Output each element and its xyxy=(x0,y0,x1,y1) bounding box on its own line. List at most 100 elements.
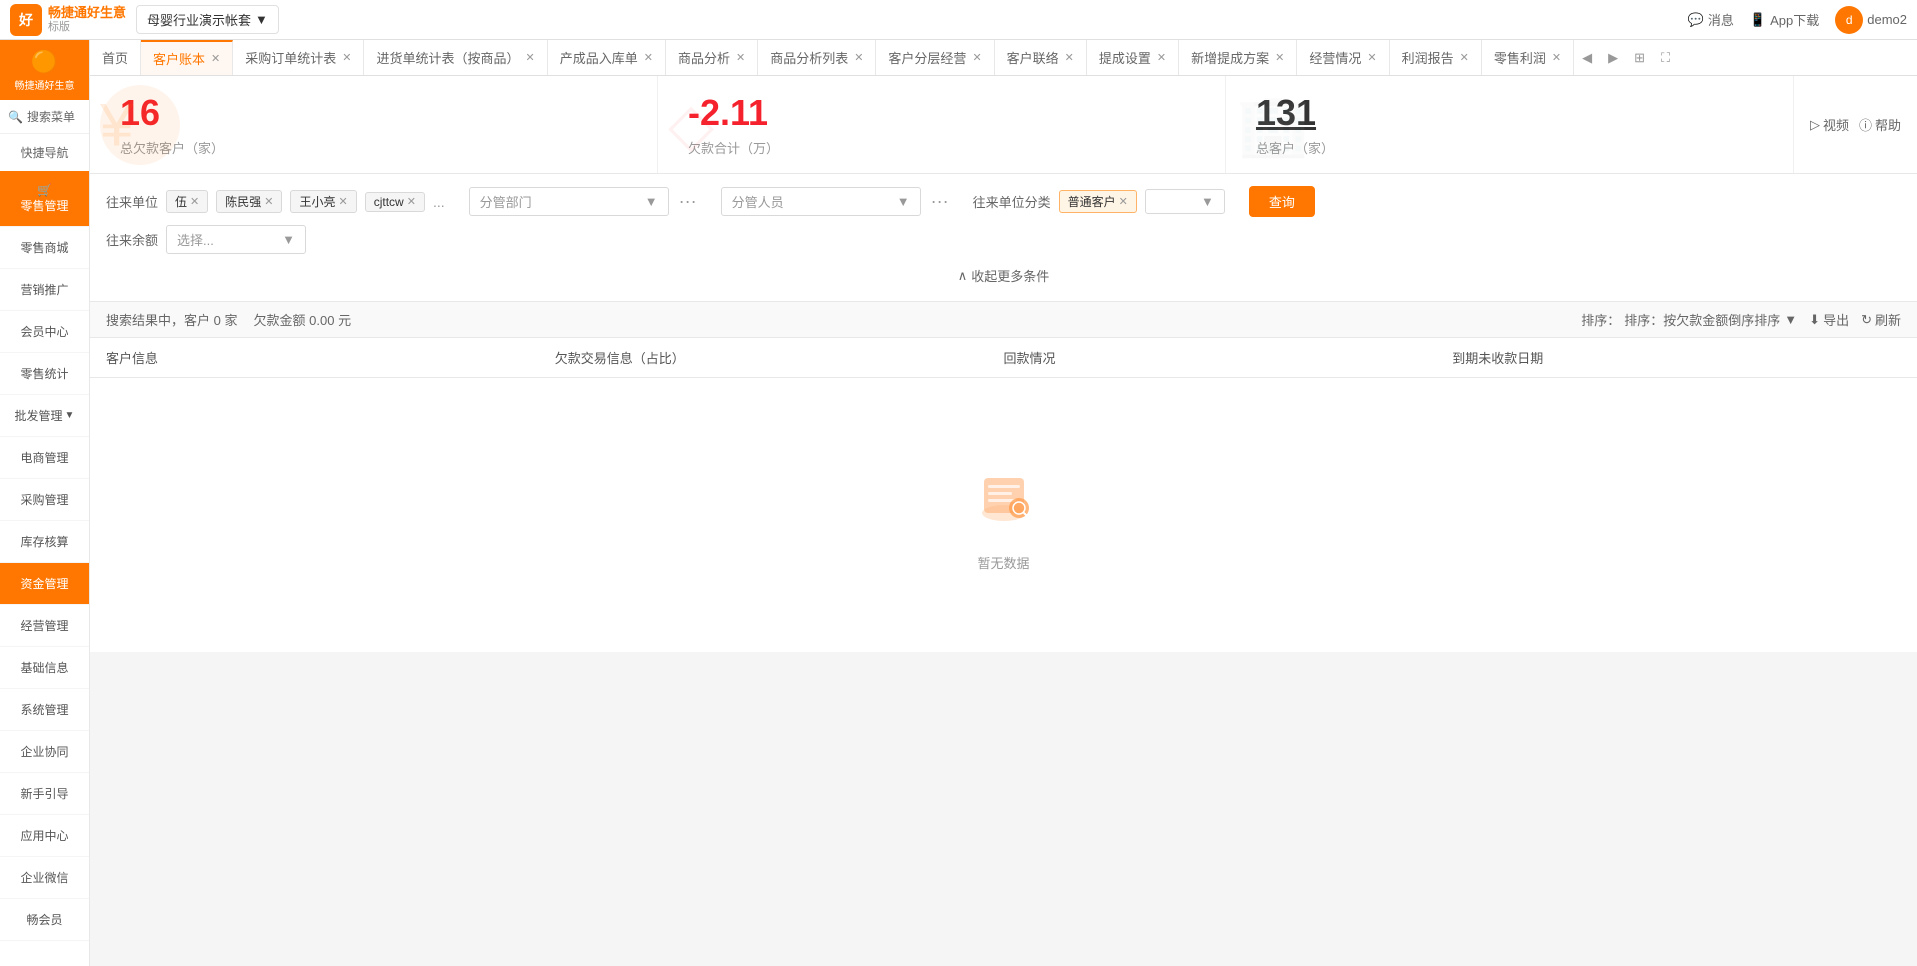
person-select[interactable]: 分管人员 ▼ xyxy=(721,187,921,216)
app-edition: 标版 xyxy=(48,21,126,34)
sidebar-item-finance[interactable]: 资金管理 xyxy=(0,563,89,605)
sidebar-item-app-center[interactable]: 应用中心 xyxy=(0,815,89,857)
filter-more-tags[interactable]: ... xyxy=(433,194,445,210)
filter-tag-unit-4: cjttcw ✕ xyxy=(365,192,425,212)
sidebar-item-system[interactable]: 系统管理 xyxy=(0,689,89,731)
tab-close-add-commission[interactable]: ✕ xyxy=(1275,51,1284,64)
sidebar-item-retail-stats[interactable]: 零售统计 xyxy=(0,353,89,395)
app-download-btn[interactable]: 📱 App下载 xyxy=(1750,10,1819,29)
sidebar-item-wechat[interactable]: 企业微信 xyxy=(0,857,89,899)
messages-btn[interactable]: 💬 消息 xyxy=(1688,10,1734,29)
sidebar-item-ecommerce[interactable]: 电商管理 xyxy=(0,437,89,479)
user-area[interactable]: d demo2 xyxy=(1835,6,1907,34)
tab-close-operations[interactable]: ✕ xyxy=(1367,51,1376,64)
tab-product-analysis-list[interactable]: 商品分析列表 ✕ xyxy=(758,40,876,76)
filter-tag-unit-1: 伍 ✕ xyxy=(166,190,208,213)
sidebar-item-newbie[interactable]: 新手引导 xyxy=(0,773,89,815)
remove-tag-unit-class[interactable]: ✕ xyxy=(1119,195,1128,208)
tab-profit-report[interactable]: 利润报告 ✕ xyxy=(1390,40,1482,76)
sidebar-item-wholesale[interactable]: 批发管理 ▼ xyxy=(0,395,89,437)
sidebar-item-retail-mall[interactable]: 零售商城 xyxy=(0,227,89,269)
unit-class-select[interactable]: ▼ xyxy=(1145,189,1225,214)
collapse-filters-btn[interactable]: ∧ 收起更多条件 xyxy=(950,262,1058,289)
tab-close-commission[interactable]: ✕ xyxy=(1157,51,1166,64)
tab-close-retail-profit[interactable]: ✕ xyxy=(1552,51,1561,64)
tab-close-inbound[interactable]: ✕ xyxy=(644,51,653,64)
data-table: 客户信息 欠款交易信息（占比） 回款情况 到期未收款日期 xyxy=(90,338,1917,652)
tab-scroll-right[interactable]: ▶ xyxy=(1600,40,1626,76)
filter-area: 往来单位 伍 ✕ 陈民强 ✕ 王小亮 ✕ xyxy=(90,174,1917,302)
remove-tag-unit-3[interactable]: ✕ xyxy=(339,195,348,208)
col-header-date: 到期未收款日期 xyxy=(1452,348,1901,367)
balance-filter-label: 往来余额 xyxy=(106,230,158,249)
sidebar-item-inventory[interactable]: 库存核算 xyxy=(0,521,89,563)
help-btn[interactable]: ⓘ 帮助 xyxy=(1859,115,1901,134)
tab-close-inventory[interactable]: ✕ xyxy=(526,51,535,64)
sidebar-quick-nav[interactable]: 快捷导航 xyxy=(0,134,89,171)
top-bar: 好 畅捷通好生意 标版 母婴行业演示帐套 ▼ 💬 消息 📱 App下载 d de… xyxy=(0,0,1917,40)
tab-close-customer-ledger[interactable]: ✕ xyxy=(211,52,220,65)
tab-close-customer-contact[interactable]: ✕ xyxy=(1065,51,1074,64)
page-top-actions: ▷ 视频 ⓘ 帮助 xyxy=(1794,76,1917,173)
dept-select[interactable]: 分管部门 ▼ xyxy=(469,187,669,216)
dept-more-btn[interactable]: ··· xyxy=(679,191,697,212)
tab-customer-ledger[interactable]: 客户账本 ✕ xyxy=(141,40,233,76)
filter-row-1: 往来单位 伍 ✕ 陈民强 ✕ 王小亮 ✕ xyxy=(106,186,1901,217)
tab-fullscreen-btn[interactable]: ⛶ xyxy=(1653,40,1678,76)
tab-product-analysis[interactable]: 商品分析 ✕ xyxy=(666,40,758,76)
tab-close-customer-tier[interactable]: ✕ xyxy=(972,51,981,64)
sidebar-item-member2[interactable]: 畅会员 xyxy=(0,899,89,941)
tab-purchase-order-stats[interactable]: 采购订单统计表 ✕ xyxy=(233,40,364,76)
filter-tag-unit-class: 普通客户 ✕ xyxy=(1059,190,1137,213)
remove-tag-unit-4[interactable]: ✕ xyxy=(407,195,416,208)
stat-bg-yen-icon: ¥ xyxy=(100,90,133,159)
sort-select[interactable]: 排序： 排序：按欠款金额倒序排序 ▼ xyxy=(1581,310,1797,329)
result-summary: 搜索结果中，客户 0 家 欠款金额 0.00 元 xyxy=(106,310,351,329)
tab-close-profit[interactable]: ✕ xyxy=(1460,51,1469,64)
result-actions: 排序： 排序：按欠款金额倒序排序 ▼ ⬇ 导出 ↻ 刷新 xyxy=(1581,310,1901,329)
video-btn[interactable]: ▷ 视频 xyxy=(1810,115,1849,134)
sidebar-item-basic-info[interactable]: 基础信息 xyxy=(0,647,89,689)
tab-close-purchase-order[interactable]: ✕ xyxy=(342,51,351,64)
top-right-actions: 💬 消息 📱 App下载 d demo2 xyxy=(1688,6,1907,34)
stat-card-debt: ◇ -2.11 欠款合计（万） xyxy=(658,76,1226,173)
sidebar-item-retail-mgmt[interactable]: 🛒 零售管理 xyxy=(0,171,89,227)
table-header: 客户信息 欠款交易信息（占比） 回款情况 到期未收款日期 xyxy=(90,338,1917,378)
sidebar-item-operations[interactable]: 经营管理 xyxy=(0,605,89,647)
app-name: 畅捷通好生意 xyxy=(48,5,126,21)
tab-retail-profit[interactable]: 零售利润 ✕ xyxy=(1482,40,1574,76)
tab-close-product-list[interactable]: ✕ xyxy=(854,51,863,64)
sidebar-item-marketing[interactable]: 营销推广 xyxy=(0,269,89,311)
person-more-btn[interactable]: ··· xyxy=(931,191,949,212)
export-btn[interactable]: ⬇ 导出 xyxy=(1809,310,1849,329)
empty-text: 暂无数据 xyxy=(977,553,1029,572)
refresh-btn[interactable]: ↻ 刷新 xyxy=(1861,310,1901,329)
tabs-bar: 首页 客户账本 ✕ 采购订单统计表 ✕ 进货单统计表（按商品） ✕ 产成品入库单… xyxy=(90,40,1917,76)
user-avatar: d xyxy=(1835,6,1863,34)
account-selector[interactable]: 母婴行业演示帐套 ▼ xyxy=(136,5,279,34)
result-bar: 搜索结果中，客户 0 家 欠款金额 0.00 元 排序： xyxy=(90,302,1917,338)
tab-product-inbound[interactable]: 产成品入库单 ✕ xyxy=(548,40,666,76)
sidebar-item-enterprise[interactable]: 企业协同 xyxy=(0,731,89,773)
remove-tag-unit-2[interactable]: ✕ xyxy=(264,195,273,208)
tab-add-commission[interactable]: 新增提成方案 ✕ xyxy=(1179,40,1297,76)
tab-operations[interactable]: 经营情况 ✕ xyxy=(1297,40,1389,76)
query-button[interactable]: 查询 xyxy=(1249,186,1315,217)
tab-commission-settings[interactable]: 提成设置 ✕ xyxy=(1087,40,1179,76)
tab-customer-tier[interactable]: 客户分层经营 ✕ xyxy=(876,40,994,76)
tab-expand-btn[interactable]: ⊞ xyxy=(1626,40,1653,76)
balance-select[interactable]: 选择... ▼ xyxy=(166,225,306,254)
tab-customer-contact[interactable]: 客户联络 ✕ xyxy=(995,40,1087,76)
tab-inventory-stats[interactable]: 进货单统计表（按商品） ✕ xyxy=(364,40,547,76)
sidebar: 🟠 畅捷通好生意 🔍 搜索菜单 快捷导航 🛒 零售管理 零售商城 营销推广 会员… xyxy=(0,40,90,966)
sidebar-item-purchase[interactable]: 采购管理 xyxy=(0,479,89,521)
empty-icon xyxy=(964,458,1044,541)
sidebar-search-btn[interactable]: 🔍 搜索菜单 xyxy=(0,100,89,134)
tab-scroll-left[interactable]: ◀ xyxy=(1574,40,1600,76)
stat-bg-diamond-icon: ◇ xyxy=(668,90,714,160)
remove-tag-unit-1[interactable]: ✕ xyxy=(190,195,199,208)
filter-tag-unit-2: 陈民强 ✕ xyxy=(216,190,282,213)
tab-close-product-analysis[interactable]: ✕ xyxy=(736,51,745,64)
tab-home[interactable]: 首页 xyxy=(90,40,141,76)
sidebar-item-member[interactable]: 会员中心 xyxy=(0,311,89,353)
